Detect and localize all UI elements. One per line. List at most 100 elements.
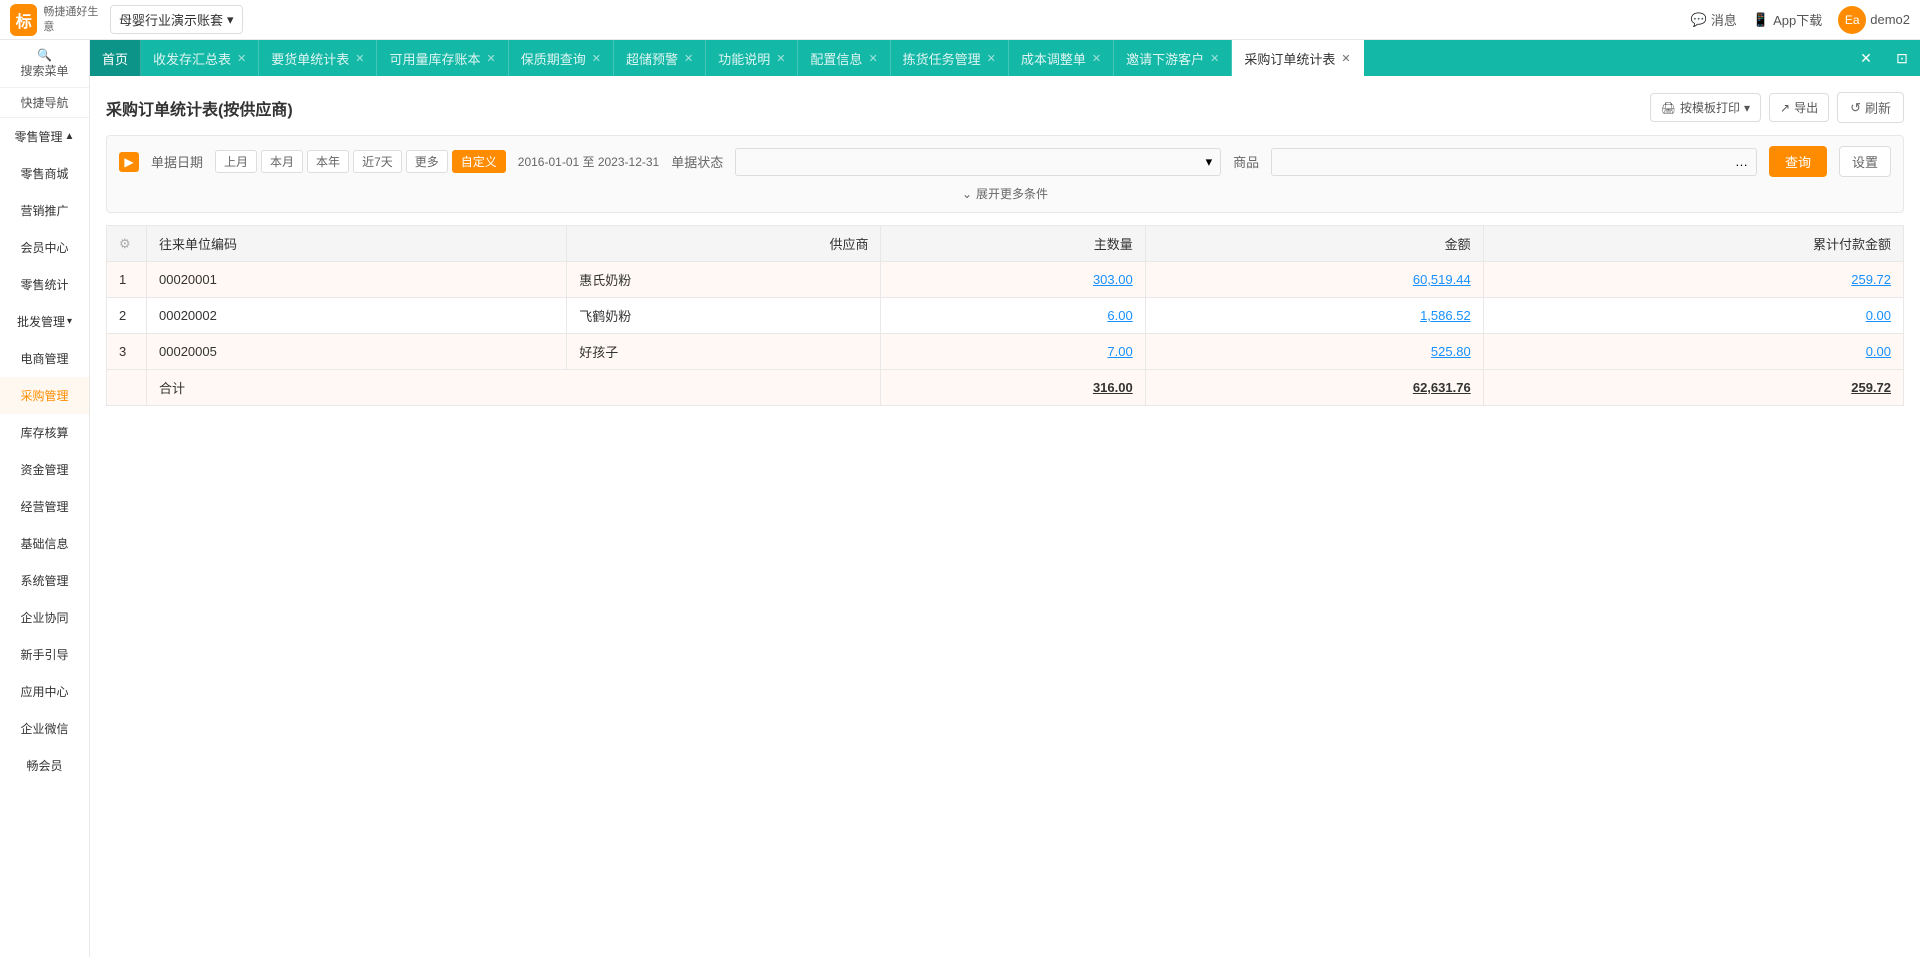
goods-more-icon: … [1735,154,1748,169]
tab-cost-adjust[interactable]: 成本调整单 ✕ [1009,40,1114,76]
print-btn[interactable]: 🖨 按模板打印 ▾ [1650,93,1761,122]
message-icon: 💬 [1691,12,1707,28]
tab-close-icon[interactable]: ✕ [776,52,785,65]
tab-purchase-order-stats[interactable]: 采购订单统计表 ✕ [1232,40,1363,76]
date-btn-last-month[interactable]: 上月 [215,150,257,173]
sidebar-item-new-guide[interactable]: 新手引导 [0,636,89,673]
sidebar-item-app-center[interactable]: 应用中心 [0,673,89,710]
goods-input[interactable]: … [1271,148,1757,176]
col-header-qty: 主数量 [881,226,1145,262]
tab-close-icon[interactable]: ✕ [1092,52,1101,65]
row-code: 00020002 [147,298,567,334]
date-btn-more[interactable]: 更多 [406,150,448,173]
sidebar-label-retail-mall: 零售商城 [20,165,68,182]
sidebar-item-system-manage[interactable]: 系统管理 [0,562,89,599]
search-icon: 🔍 [6,48,83,62]
tab-close-icon[interactable]: ✕ [237,52,246,65]
tab-maximize-btn[interactable]: ⊡ [1884,40,1920,76]
tab-close-icon[interactable]: ✕ [987,52,996,65]
row-paid[interactable]: 259.72 [1483,262,1903,298]
sidebar-item-basic-info[interactable]: 基础信息 [0,525,89,562]
filter-bar: ▶ 单据日期 上月 本月 本年 近7天 更多 自定义 2016-01-01 至 … [106,135,1904,213]
row-qty[interactable]: 303.00 [881,262,1145,298]
row-amount[interactable]: 60,519.44 [1145,262,1483,298]
col-header-settings[interactable]: ⚙ [107,226,147,262]
tab-close-icon[interactable]: ✕ [487,52,496,65]
tab-close-all-btn[interactable]: ✕ [1848,40,1884,76]
row-amount[interactable]: 1,586.52 [1145,298,1483,334]
tab-close-icon[interactable]: ✕ [592,52,601,65]
tab-label: 收发存汇总表 [153,49,231,68]
settings-btn[interactable]: 设置 [1839,146,1891,177]
tab-label: 成本调整单 [1021,49,1086,68]
username: demo2 [1870,12,1910,27]
row-qty[interactable]: 7.00 [881,334,1145,370]
tab-pick-task[interactable]: 拣货任务管理 ✕ [891,40,1009,76]
sidebar-item-ecommerce[interactable]: 电商管理 [0,340,89,377]
quick-nav-label: 快捷导航 [20,96,68,110]
tab-close-icon[interactable]: ✕ [1341,52,1350,65]
row-amount[interactable]: 525.80 [1145,334,1483,370]
sidebar-item-enterprise-wechat[interactable]: 企业微信 [0,710,89,747]
sidebar-item-wholesale-manage[interactable]: 批发管理 ▾ [0,303,89,340]
table-row[interactable]: 3 00020005 好孩子 7.00 525.80 0.00 [107,334,1904,370]
row-paid[interactable]: 0.00 [1483,334,1903,370]
tab-close-icon[interactable]: ✕ [868,52,877,65]
date-btn-this-month[interactable]: 本月 [261,150,303,173]
tab-config-info[interactable]: 配置信息 ✕ [798,40,890,76]
gear-icon[interactable]: ⚙ [119,236,131,251]
status-select[interactable]: ▾ [735,148,1221,176]
date-btn-this-year[interactable]: 本年 [307,150,349,173]
tab-close-icon[interactable]: ✕ [1210,52,1219,65]
tab-available-inventory[interactable]: 可用量库存账本 ✕ [377,40,508,76]
col-header-paid: 累计付款金额 [1483,226,1903,262]
sidebar-item-retail-stats[interactable]: 零售统计 [0,266,89,303]
refresh-btn[interactable]: ↺ 刷新 [1837,92,1904,123]
sidebar-label-finance: 资金管理 [20,461,68,478]
sidebar-item-member[interactable]: 畅会员 [0,747,89,784]
tab-invite-downstream[interactable]: 邀请下游客户 ✕ [1114,40,1232,76]
tab-label: 配置信息 [810,49,862,68]
user-profile[interactable]: Ea demo2 [1838,6,1910,34]
query-btn[interactable]: 查询 [1769,146,1827,177]
row-num: 1 [107,262,147,298]
sidebar-quick-nav[interactable]: 快捷导航 [0,88,89,118]
row-num: 2 [107,298,147,334]
sidebar-item-retail-manage[interactable]: 零售管理 ▲ [0,118,89,155]
sidebar-label-retail-manage: 零售管理 [15,128,63,145]
tab-demand-stats[interactable]: 要货单统计表 ✕ [259,40,377,76]
tab-function-desc[interactable]: 功能说明 ✕ [706,40,798,76]
date-btn-custom[interactable]: 自定义 [452,150,506,173]
date-btn-7days[interactable]: 近7天 [353,150,402,173]
filter-toggle-btn[interactable]: ▶ [119,152,139,172]
message-btn[interactable]: 💬 消息 [1691,10,1737,29]
workspace-selector[interactable]: 母婴行业演示账套 ▾ [110,5,243,34]
sidebar-item-ops-manage[interactable]: 经营管理 [0,488,89,525]
sidebar-search[interactable]: 🔍 搜索菜单 [0,40,89,88]
tab-home[interactable]: 首页 [90,40,141,76]
sidebar-item-purchase-manage[interactable]: 采购管理 [0,377,89,414]
tab-label: 拣货任务管理 [903,49,981,68]
expand-more-btn[interactable]: ⌄ 展开更多条件 [962,185,1048,202]
sidebar-item-finance[interactable]: 资金管理 [0,451,89,488]
sidebar-item-inventory[interactable]: 库存核算 [0,414,89,451]
tab-expiry-query[interactable]: 保质期查询 ✕ [509,40,614,76]
sidebar-item-marketing[interactable]: 营销推广 [0,192,89,229]
tab-over-stock[interactable]: 超储预警 ✕ [614,40,706,76]
tab-close-icon[interactable]: ✕ [355,52,364,65]
date-quick-btns: 上月 本月 本年 近7天 更多 自定义 [215,150,506,173]
row-supplier: 惠氏奶粉 [567,262,881,298]
sidebar-item-enterprise-collab[interactable]: 企业协同 [0,599,89,636]
tab-close-icon[interactable]: ✕ [684,52,693,65]
export-btn[interactable]: ↗ 导出 [1769,93,1829,122]
table-row[interactable]: 1 00020001 惠氏奶粉 303.00 60,519.44 259.72 [107,262,1904,298]
col-header-amount: 金额 [1145,226,1483,262]
row-qty[interactable]: 6.00 [881,298,1145,334]
row-paid[interactable]: 0.00 [1483,298,1903,334]
sidebar-item-member-center[interactable]: 会员中心 [0,229,89,266]
app-download-btn[interactable]: 📱 App下载 [1753,10,1822,29]
app-icon: 📱 [1753,12,1769,28]
tab-receive-summary[interactable]: 收发存汇总表 ✕ [141,40,259,76]
table-row[interactable]: 2 00020002 飞鹤奶粉 6.00 1,586.52 0.00 [107,298,1904,334]
sidebar-item-retail-mall[interactable]: 零售商城 [0,155,89,192]
